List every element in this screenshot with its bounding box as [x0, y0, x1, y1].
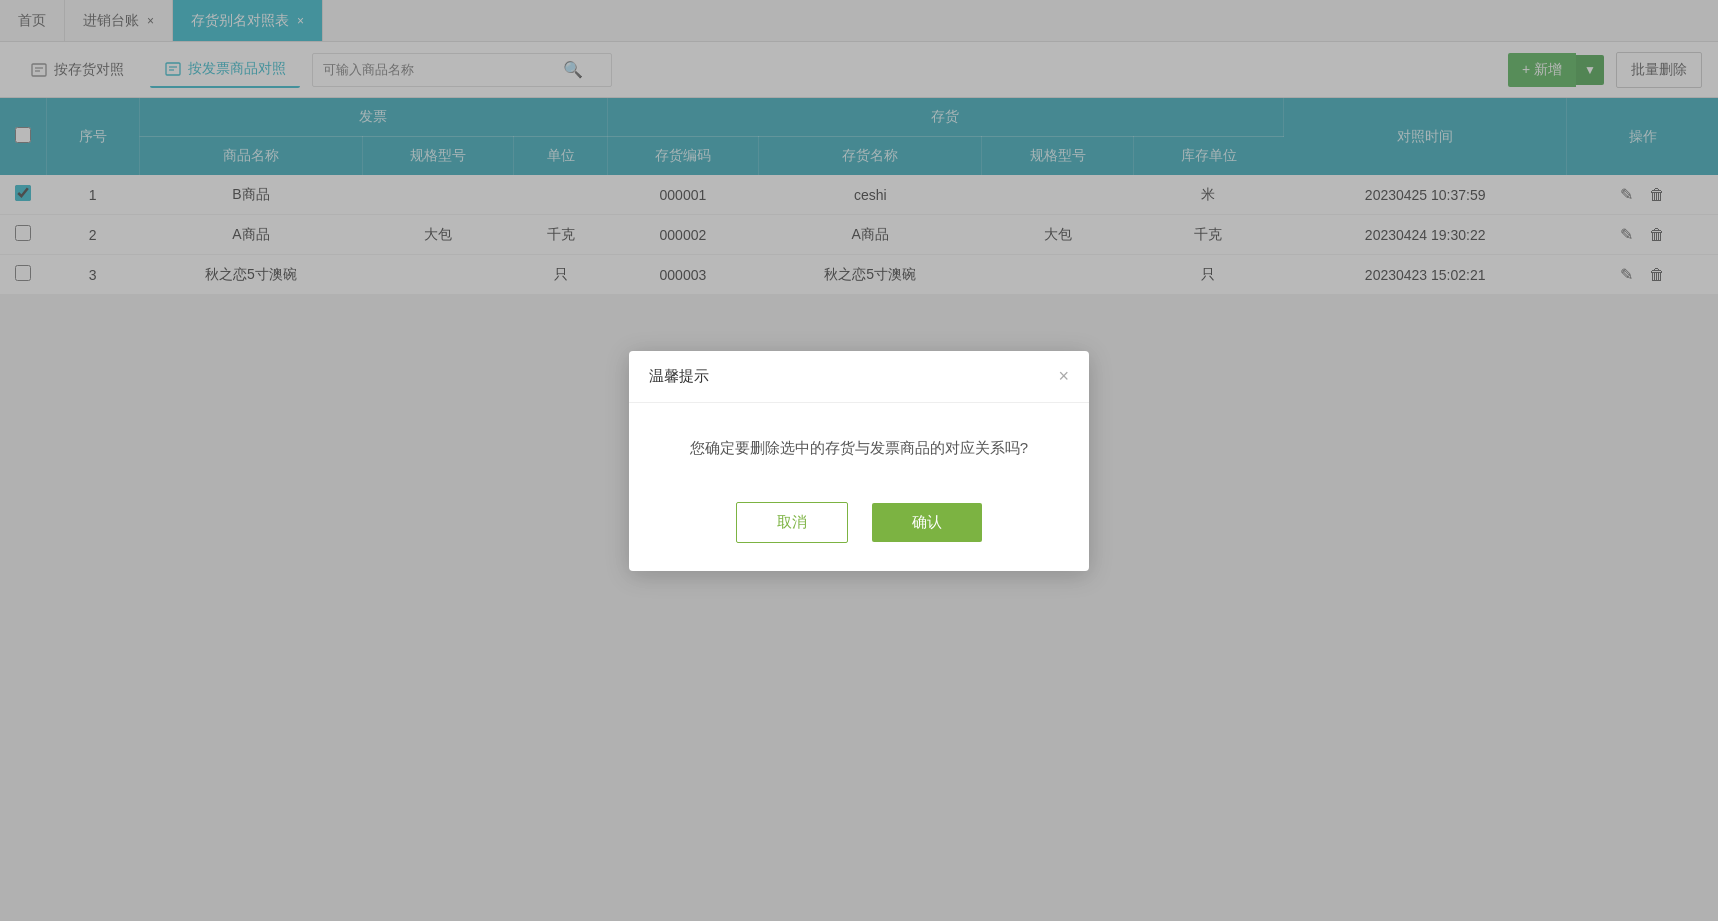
dialog: 温馨提示 × 您确定要删除选中的存货与发票商品的对应关系吗? 取消 确认	[629, 351, 1089, 571]
dialog-footer: 取消 确认	[629, 486, 1089, 571]
dialog-header: 温馨提示 ×	[629, 351, 1089, 403]
dialog-close-button[interactable]: ×	[1058, 367, 1069, 385]
confirm-button[interactable]: 确认	[872, 503, 982, 542]
dialog-title: 温馨提示	[649, 367, 709, 386]
overlay: 温馨提示 × 您确定要删除选中的存货与发票商品的对应关系吗? 取消 确认	[0, 0, 1718, 921]
dialog-message: 您确定要删除选中的存货与发票商品的对应关系吗?	[690, 439, 1028, 456]
cancel-button[interactable]: 取消	[736, 502, 848, 543]
dialog-body: 您确定要删除选中的存货与发票商品的对应关系吗?	[629, 403, 1089, 486]
